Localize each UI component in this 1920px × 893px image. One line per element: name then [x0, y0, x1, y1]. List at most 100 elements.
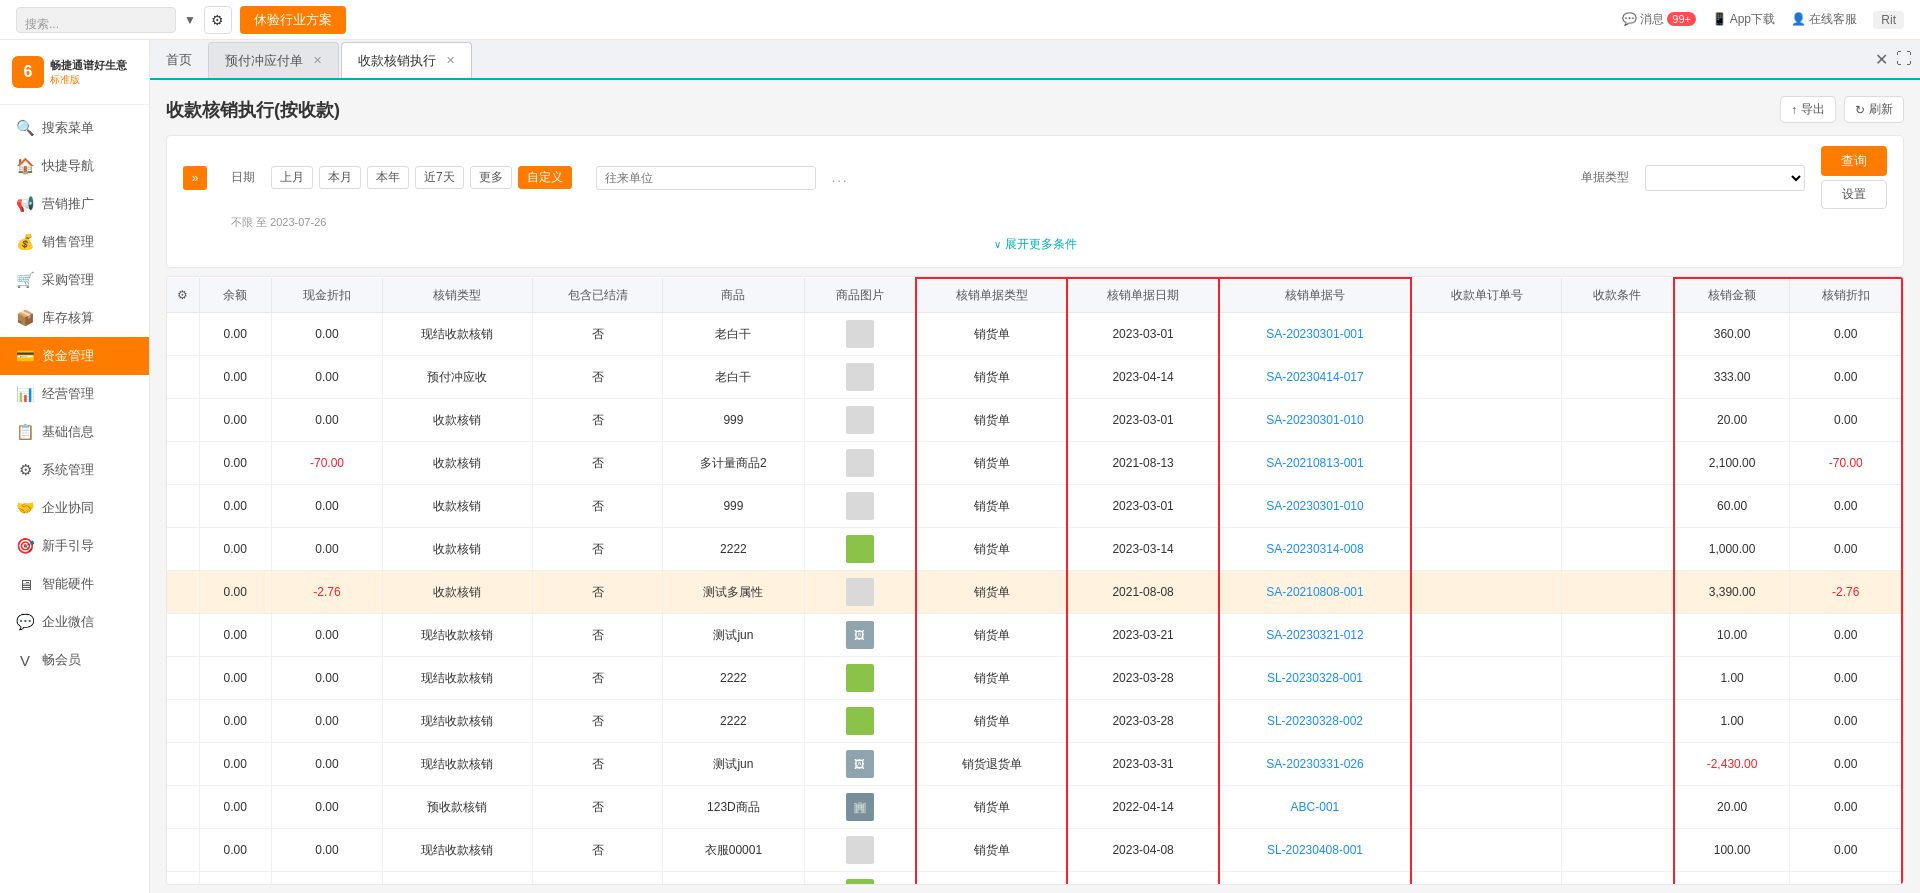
sidebar-label-inventory: 库存核算 — [42, 309, 94, 327]
sidebar-item-marketing[interactable]: 📢 营销推广 — [0, 185, 149, 223]
collapse-arrow-icon[interactable]: » — [183, 166, 207, 190]
tab-prepay-close-icon[interactable]: ✕ — [313, 54, 322, 67]
cell-cash-discount: 0.00 — [271, 829, 382, 872]
dots-icon[interactable]: ... — [832, 170, 849, 185]
col-amount: 核销金额 — [1674, 278, 1790, 313]
cell-doc-no: SA-20230301-001 — [1219, 313, 1411, 356]
sidebar-item-guide[interactable]: 🎯 新手引导 — [0, 527, 149, 565]
cell-payment-cond — [1562, 442, 1674, 485]
table-row: 0.00 0.00 收款核销 否 999 销货单 2023-03-01 SA-2… — [167, 399, 1902, 442]
notification-label: 消息 — [1640, 12, 1664, 26]
sidebar-item-purchase[interactable]: 🛒 采购管理 — [0, 261, 149, 299]
cell-doc-type: 销货单 — [916, 700, 1067, 743]
sidebar-item-quicknav[interactable]: 🏠 快捷导航 — [0, 147, 149, 185]
app-download-link[interactable]: 📱 App下载 — [1712, 11, 1775, 28]
tab-maximize-icon[interactable]: ⛶ — [1896, 50, 1912, 69]
cell-doc-date: 2023-04-18 — [1067, 872, 1218, 886]
sidebar-item-wechat[interactable]: 💬 企业微信 — [0, 603, 149, 641]
cell-doc-no: SA-20210813-001 — [1219, 442, 1411, 485]
partner-input[interactable] — [596, 166, 816, 190]
date-label: 日期 — [231, 169, 255, 186]
cell-order-no — [1411, 657, 1562, 700]
table-wrapper[interactable]: ⚙ 余额 现金折扣 核销类型 包含已结清 商品 商品图片 核销单据类型 核销单据… — [166, 276, 1904, 885]
sidebar-item-hardware[interactable]: 🖥 智能硬件 — [0, 565, 149, 603]
this-year-btn[interactable]: 本年 — [367, 166, 409, 189]
doc-no-link[interactable]: SA-20230321-012 — [1266, 628, 1363, 642]
sidebar-item-search[interactable]: 🔍 搜索菜单 — [0, 109, 149, 147]
notification-area[interactable]: 💬 消息 99+ — [1622, 11, 1696, 28]
expand-more-btn[interactable]: ∨ 展开更多条件 — [183, 236, 1887, 253]
doc-no-link[interactable]: SA-20230301-001 — [1266, 327, 1363, 341]
cell-balance: 0.00 — [199, 528, 271, 571]
cell-settings — [167, 829, 199, 872]
cell-settled: 否 — [532, 700, 662, 743]
doc-no-link[interactable]: SL-20230408-001 — [1267, 843, 1363, 857]
search-icon: 🔍 — [16, 119, 34, 137]
cell-doc-type: 销货单 — [916, 356, 1067, 399]
cell-discount: 0.00 — [1790, 399, 1902, 442]
this-month-btn[interactable]: 本月 — [319, 166, 361, 189]
cell-doc-type: 销货单 — [916, 485, 1067, 528]
cell-settled: 否 — [532, 614, 662, 657]
refresh-button[interactable]: ↻ 刷新 — [1844, 96, 1904, 123]
industry-button[interactable]: 休验行业方案 — [240, 6, 346, 34]
doc-no-link[interactable]: SA-20210813-001 — [1266, 456, 1363, 470]
more-btn[interactable]: 更多 — [470, 166, 512, 189]
doc-no-link[interactable]: SA-20230301-010 — [1266, 413, 1363, 427]
tab-prepay[interactable]: 预付冲应付单 ✕ — [208, 42, 339, 78]
sidebar-item-inventory[interactable]: 📦 库存核算 — [0, 299, 149, 337]
tab-collection-close-icon[interactable]: ✕ — [446, 54, 455, 67]
cell-cash-discount: 0.00 — [271, 528, 382, 571]
tab-home[interactable]: 首页 — [150, 42, 208, 78]
settings-button[interactable]: 设置 — [1821, 180, 1887, 209]
table-row: 0.00 0.00 预付冲应收 否 老白干 销货单 2023-04-14 SA-… — [167, 356, 1902, 399]
cell-type: 现结收款核销 — [383, 657, 533, 700]
cell-type: 现结收款核销 — [383, 829, 533, 872]
chevron-expand-icon: ∨ — [994, 239, 1001, 250]
export-button[interactable]: ↑ 导出 — [1780, 96, 1836, 123]
sidebar-item-collab[interactable]: 🤝 企业协同 — [0, 489, 149, 527]
recent7-btn[interactable]: 近7天 — [415, 166, 464, 189]
doc-no-link[interactable]: SA-20230331-026 — [1266, 757, 1363, 771]
cell-type: 现结收款核销 — [383, 313, 533, 356]
cell-settings — [167, 700, 199, 743]
online-service-link[interactable]: 👤 在线客服 — [1791, 11, 1857, 28]
main-layout: 6 畅捷通谱好生意 标准版 🔍 搜索菜单 🏠 快捷导航 📢 营销推广 💰 销售管… — [0, 40, 1920, 893]
doc-no-link[interactable]: SA-20210808-001 — [1266, 585, 1363, 599]
doc-no-link[interactable]: SA-20230314-008 — [1266, 542, 1363, 556]
gear-button[interactable]: ⚙ — [204, 6, 232, 34]
cell-product: 老白干 — [663, 356, 804, 399]
tab-minimize-icon[interactable]: ✕ — [1875, 50, 1888, 69]
custom-btn[interactable]: 自定义 — [518, 166, 572, 189]
sidebar-label-member: 畅会员 — [42, 651, 81, 669]
cell-discount: 0.00 — [1790, 313, 1902, 356]
tab-collection[interactable]: 收款核销执行 ✕ — [341, 42, 472, 78]
sidebar-label-collab: 企业协同 — [42, 499, 94, 517]
sidebar-item-sales[interactable]: 💰 销售管理 — [0, 223, 149, 261]
page-content: 收款核销执行(按收款) ↑ 导出 ↻ 刷新 » 日期 — [150, 80, 1920, 893]
doc-no-link[interactable]: SL-20230328-001 — [1267, 671, 1363, 685]
cell-product: 123D商品 — [663, 786, 804, 829]
sidebar-item-member[interactable]: V 畅会员 — [0, 641, 149, 679]
doc-no-link[interactable]: SL-20230328-002 — [1267, 714, 1363, 728]
voucher-type-select[interactable] — [1645, 165, 1805, 191]
top-search-input[interactable]: 搜索... — [16, 7, 176, 33]
last-month-btn[interactable]: 上月 — [271, 166, 313, 189]
cell-doc-no: ABC-001 — [1219, 786, 1411, 829]
sidebar-item-management[interactable]: 📊 经营管理 — [0, 375, 149, 413]
doc-no-link[interactable]: SA-20230301-010 — [1266, 499, 1363, 513]
tab-collection-label: 收款核销执行 — [358, 52, 436, 70]
doc-no-link[interactable]: SA-20230414-017 — [1266, 370, 1363, 384]
doc-no-link[interactable]: ABC-001 — [1291, 800, 1340, 814]
query-button[interactable]: 查询 — [1821, 146, 1887, 176]
cell-type: 现结收款核销 — [383, 700, 533, 743]
sidebar-item-system[interactable]: ⚙ 系统管理 — [0, 451, 149, 489]
cell-doc-date: 2023-04-14 — [1067, 356, 1218, 399]
sidebar-item-finance[interactable]: 💳 资金管理 — [0, 337, 149, 375]
cell-discount: 0.00 — [1790, 657, 1902, 700]
cell-product: 999 — [663, 399, 804, 442]
cell-settings — [167, 399, 199, 442]
sidebar-item-basic-info[interactable]: 📋 基础信息 — [0, 413, 149, 451]
cell-doc-no: SA-20230301-010 — [1219, 485, 1411, 528]
cell-settled: 否 — [532, 571, 662, 614]
